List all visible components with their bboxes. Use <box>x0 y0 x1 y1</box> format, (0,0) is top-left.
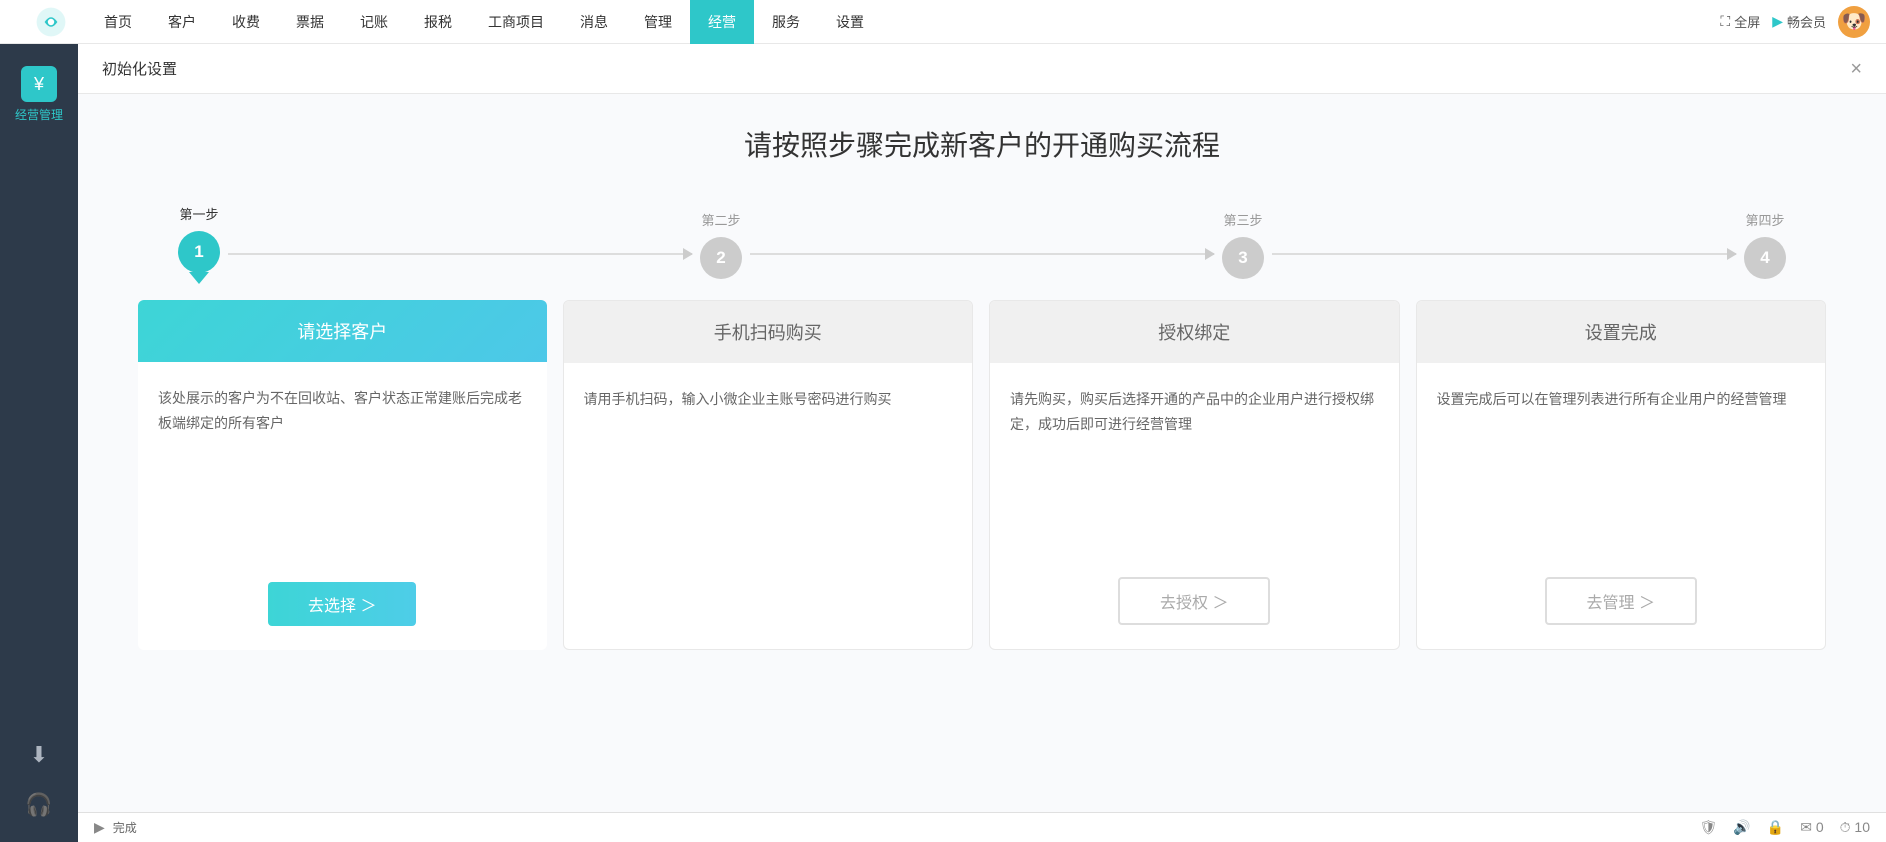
card-body-1: 该处展示的客户为不在回收站、客户状态正常建账后完成老板端绑定的所有客户 <box>138 362 547 566</box>
app-logo <box>16 6 86 38</box>
goto-manage-button[interactable]: 去管理 ＞ <box>1545 577 1697 625</box>
arrow-line-2 <box>750 253 1214 255</box>
nav-right: ⛶ 全屏 ▶ 畅会员 🐶 <box>1720 6 1870 38</box>
step-node-1: 第一步 1 <box>178 204 220 284</box>
card-footer-3: 去授权 ＞ <box>990 561 1399 649</box>
card-header-4: 设置完成 <box>1417 301 1826 363</box>
nav-manage[interactable]: 管理 <box>626 0 690 44</box>
step-circle-4: 4 <box>1744 237 1786 279</box>
arrow-line-1 <box>228 253 692 255</box>
nav-invoice[interactable]: 票据 <box>278 0 342 44</box>
close-button[interactable]: × <box>1850 59 1862 79</box>
sidebar-item-operation[interactable]: ¥ 经营管理 <box>0 54 78 135</box>
top-nav: 首页 客户 收费 票据 记账 报税 工商项目 消息 管理 经营 服务 设置 ⛶ … <box>0 0 1886 44</box>
arrow-line-3 <box>1272 253 1736 255</box>
sidebar-bottom: ⬇ 🎧 <box>17 734 60 842</box>
step-pointer-1 <box>189 272 209 284</box>
time-status-icon: ⏱ 10 <box>1840 819 1870 836</box>
status-bar-right: 🛡 🔊 🔒 ✉ 0 ⏱ 10 <box>1700 819 1870 836</box>
fullscreen-btn[interactable]: ⛶ 全屏 <box>1720 12 1760 31</box>
goto-authorize-button[interactable]: 去授权 ＞ <box>1118 577 1270 625</box>
steps-indicator: 第一步 1 第二步 2 <box>138 204 1826 284</box>
nav-accounting[interactable]: 记账 <box>342 0 406 44</box>
step-arrow-1 <box>220 253 700 255</box>
card-footer-4: 去管理 ＞ <box>1417 561 1826 649</box>
nav-charge[interactable]: 收费 <box>214 0 278 44</box>
step-card-2: 手机扫码购买 请用手机扫码，输入小微企业主账号密码进行购买 <box>563 300 974 650</box>
nav-service[interactable]: 服务 <box>754 0 818 44</box>
card-header-1: 请选择客户 <box>138 300 547 362</box>
step-label-3: 第三步 <box>1223 210 1262 229</box>
step-card-4: 设置完成 设置完成后可以在管理列表进行所有企业用户的经营管理 去管理 ＞ <box>1416 300 1827 650</box>
download-icon[interactable]: ⬇ <box>22 734 56 776</box>
wizard-container: 请按照步骤完成新客户的开通购买流程 第一步 1 第二步 <box>78 94 1886 812</box>
status-text: 完成 <box>113 819 137 836</box>
page-header: 初始化设置 × <box>78 44 1886 94</box>
volume-status-icon: 🔊 <box>1733 819 1750 836</box>
card-footer-1: 去选择 ＞ <box>138 566 547 650</box>
step-node-2: 第二步 2 <box>700 210 742 279</box>
operation-icon: ¥ <box>21 66 57 102</box>
status-bar: ▶ 完成 🛡 🔊 🔒 ✉ 0 ⏱ 10 <box>78 812 1886 842</box>
step-circle-2: 2 <box>700 237 742 279</box>
card-header-2: 手机扫码购买 <box>564 301 973 363</box>
nav-settings[interactable]: 设置 <box>818 0 882 44</box>
headset-icon[interactable]: 🎧 <box>17 784 60 826</box>
nav-items: 首页 客户 收费 票据 记账 报税 工商项目 消息 管理 经营 服务 设置 <box>86 0 1720 44</box>
sidebar: ¥ 经营管理 ⬇ 🎧 <box>0 44 78 842</box>
vip-btn[interactable]: ▶ 畅会员 <box>1772 12 1826 31</box>
content-area: 初始化设置 × 请按照步骤完成新客户的开通购买流程 第一步 1 <box>78 44 1886 842</box>
cards-row: 请选择客户 该处展示的客户为不在回收站、客户状态正常建账后完成老板端绑定的所有客… <box>138 300 1826 650</box>
play-icon: ▶ <box>1772 13 1783 30</box>
shield-status-icon: 🛡 <box>1700 819 1718 836</box>
nav-industry[interactable]: 工商项目 <box>470 0 562 44</box>
step-label-4: 第四步 <box>1745 210 1784 229</box>
card-body-3: 请先购买，购买后选择开通的产品中的企业用户进行授权绑定，成功后即可进行经营管理 <box>990 363 1399 561</box>
nav-home[interactable]: 首页 <box>86 0 150 44</box>
message-status-icon: ✉ 0 <box>1800 819 1823 836</box>
play-status-icon: ▶ <box>94 819 105 836</box>
nav-message[interactable]: 消息 <box>562 0 626 44</box>
main-layout: ¥ 经营管理 ⬇ 🎧 初始化设置 × 请按照步骤完成新客户的开通购买流程 第一步… <box>0 44 1886 842</box>
step-arrow-3 <box>1264 253 1744 255</box>
nav-tax[interactable]: 报税 <box>406 0 470 44</box>
step-node-3: 第三步 3 <box>1222 210 1264 279</box>
sidebar-item-label: 经营管理 <box>15 106 63 123</box>
nav-operation[interactable]: 经营 <box>690 0 754 44</box>
step-circle-3: 3 <box>1222 237 1264 279</box>
lock-status-icon: 🔒 <box>1767 819 1784 836</box>
fullscreen-icon: ⛶ <box>1720 13 1730 30</box>
nav-customer[interactable]: 客户 <box>150 0 214 44</box>
step-circle-1: 1 <box>178 231 220 273</box>
goto-select-button[interactable]: 去选择 ＞ <box>268 582 416 626</box>
step-node-4: 第四步 4 <box>1744 210 1786 279</box>
wizard-title: 请按照步骤完成新客户的开通购买流程 <box>138 124 1826 164</box>
card-body-4: 设置完成后可以在管理列表进行所有企业用户的经营管理 <box>1417 363 1826 561</box>
step-card-1: 请选择客户 该处展示的客户为不在回收站、客户状态正常建账后完成老板端绑定的所有客… <box>138 300 547 650</box>
page-title: 初始化设置 <box>102 58 177 79</box>
card-footer-2 <box>564 609 973 649</box>
step-arrow-2 <box>742 253 1222 255</box>
card-header-3: 授权绑定 <box>990 301 1399 363</box>
card-body-2: 请用手机扫码，输入小微企业主账号密码进行购买 <box>564 363 973 609</box>
step-label-2: 第二步 <box>701 210 740 229</box>
user-avatar[interactable]: 🐶 <box>1838 6 1870 38</box>
step-card-3: 授权绑定 请先购买，购买后选择开通的产品中的企业用户进行授权绑定，成功后即可进行… <box>989 300 1400 650</box>
step-label-1: 第一步 <box>179 204 218 223</box>
